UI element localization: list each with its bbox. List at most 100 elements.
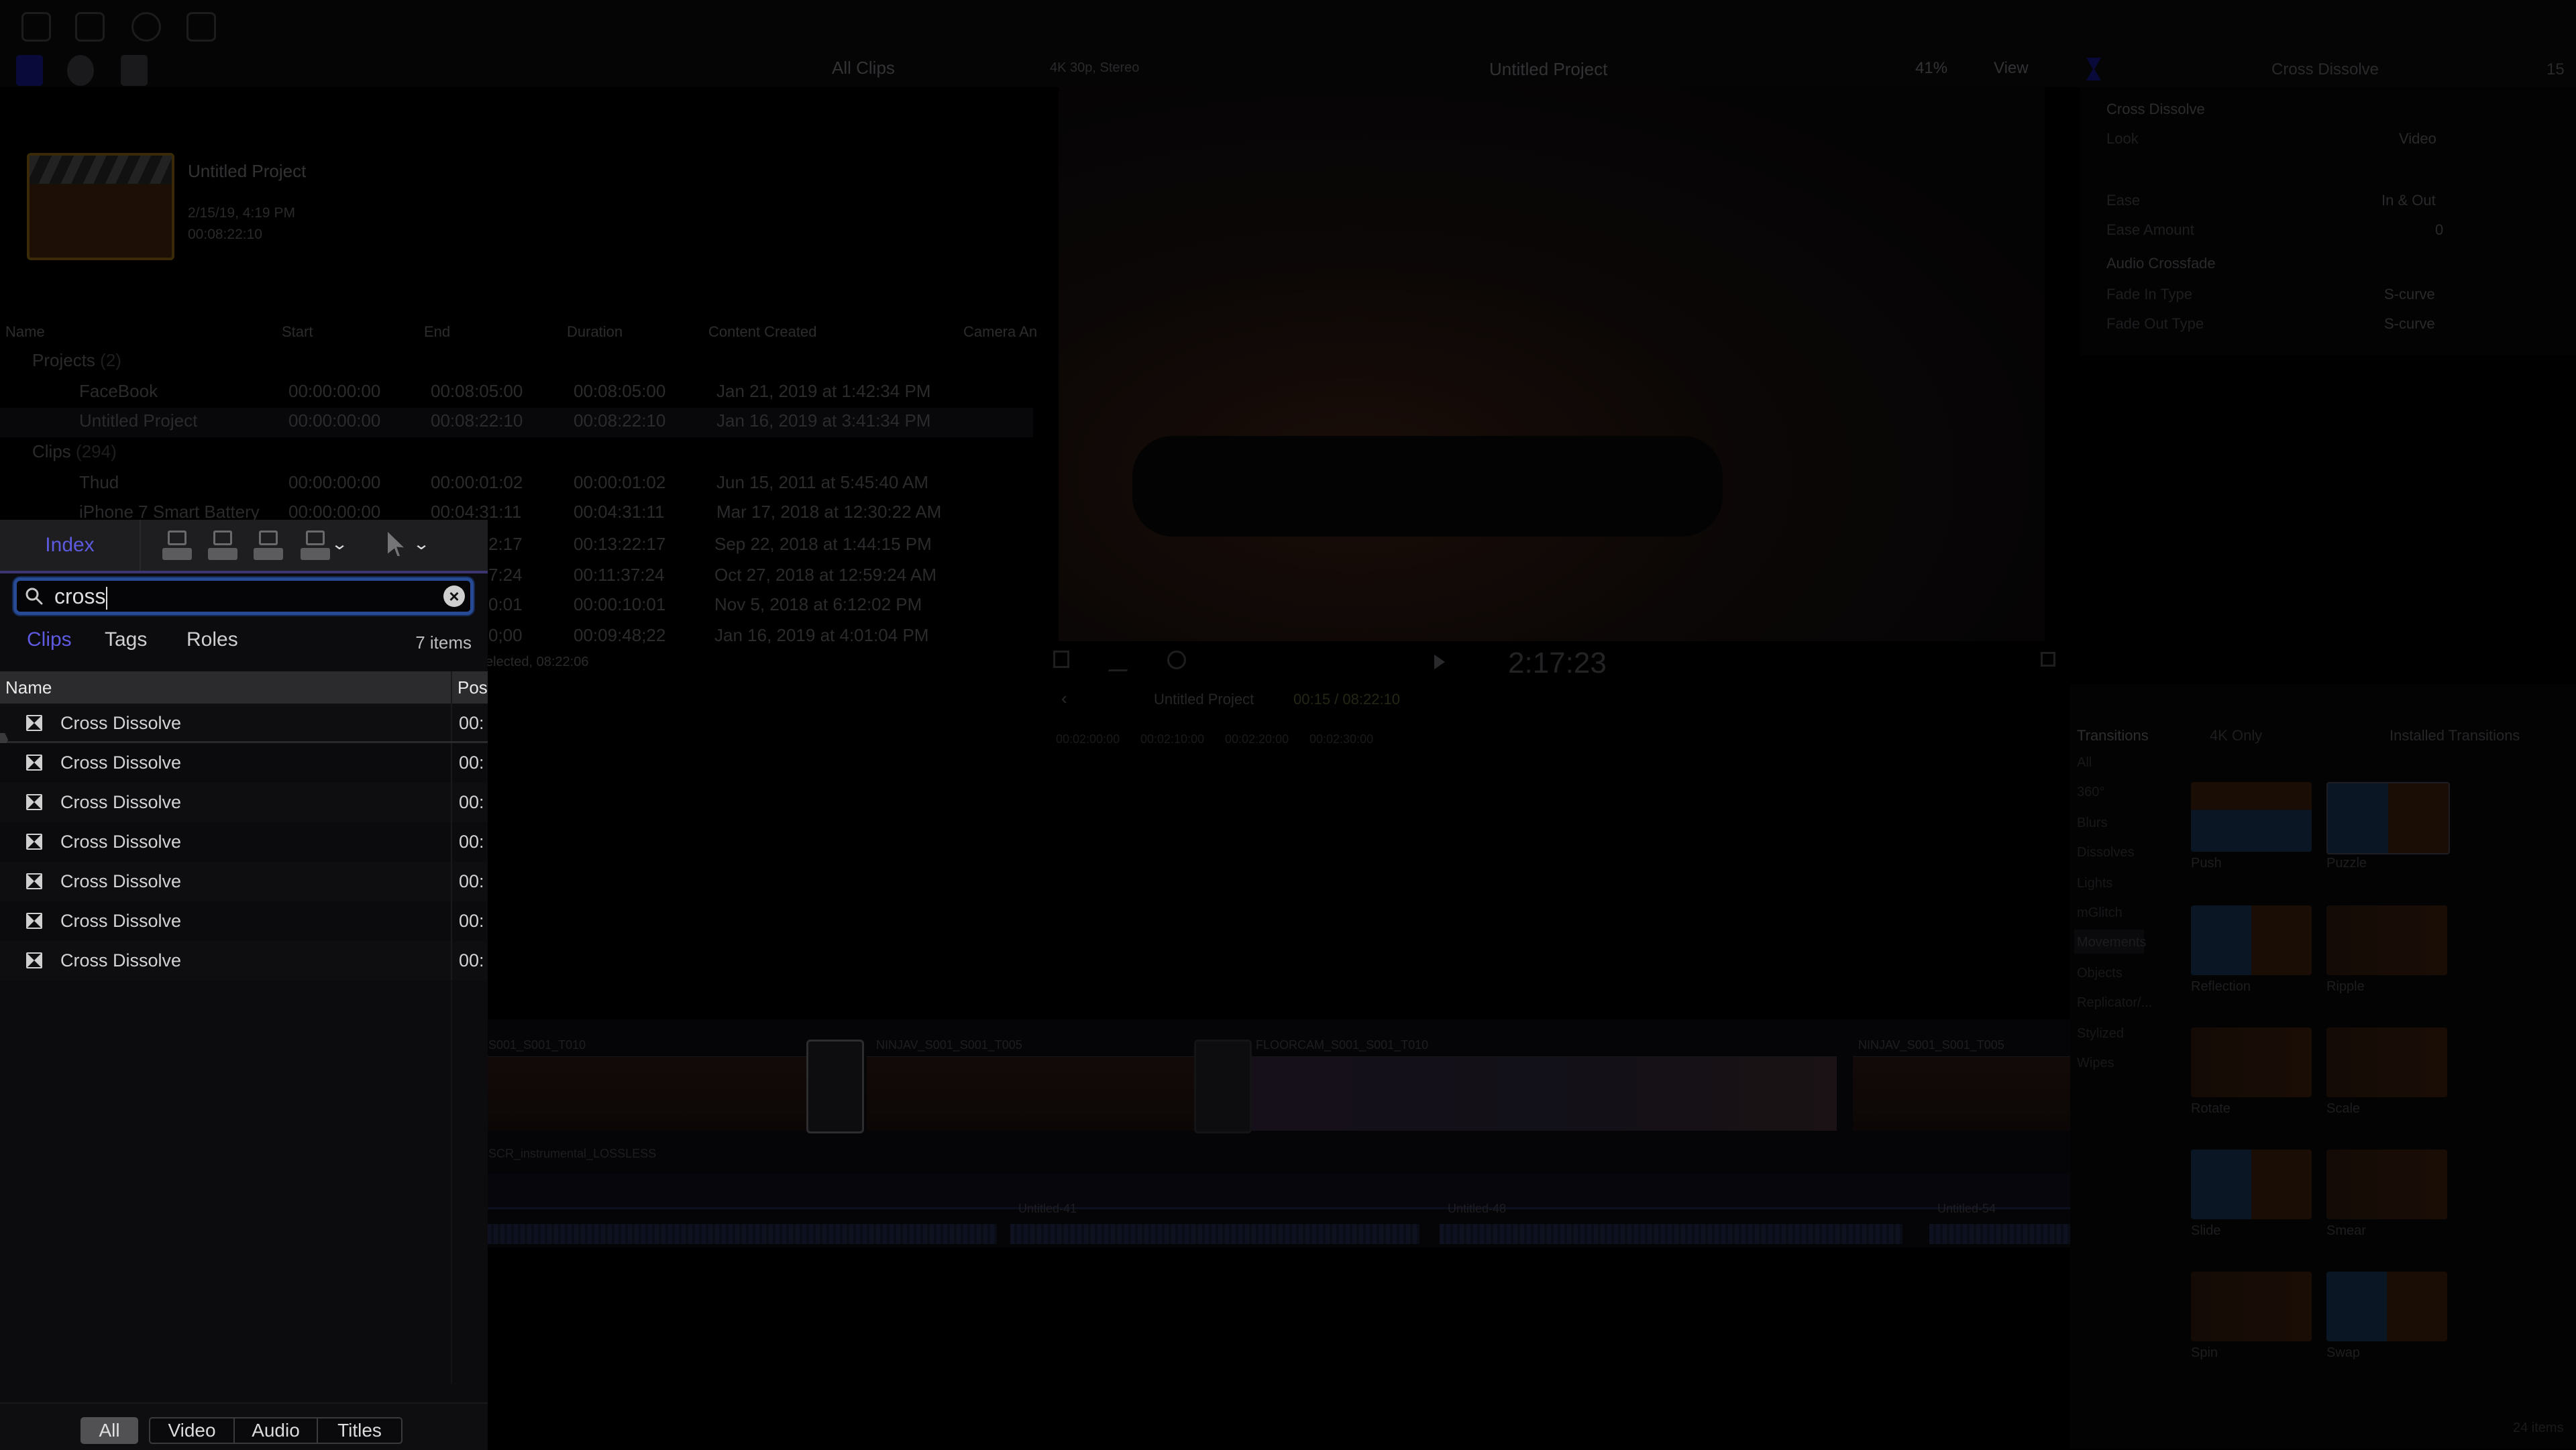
viewer-timecode: 2:17:23 bbox=[1508, 647, 1607, 679]
play-icon[interactable] bbox=[1434, 655, 1445, 669]
index-toolbar: Index ⌄ ⌄ bbox=[0, 520, 488, 573]
libraries-icon[interactable] bbox=[16, 55, 43, 86]
category-item-selected[interactable]: Movements bbox=[2077, 935, 2146, 950]
transition-thumb-push[interactable] bbox=[2191, 782, 2312, 852]
category-item[interactable]: Dissolves bbox=[2077, 845, 2135, 860]
connect-clip-icon[interactable] bbox=[160, 528, 203, 565]
group-projects[interactable]: Projects (2) bbox=[32, 350, 121, 371]
category-item[interactable]: All bbox=[2077, 755, 2092, 771]
group-clips[interactable]: Clips (294) bbox=[32, 441, 117, 462]
keyword-icon[interactable] bbox=[75, 12, 105, 42]
all-clips-filter[interactable]: All Clips bbox=[832, 58, 895, 78]
timeline-clip[interactable] bbox=[1252, 1056, 1837, 1131]
fade-in-type-popup[interactable]: S-curve bbox=[2384, 286, 2435, 303]
col-duration[interactable]: Duration bbox=[567, 323, 623, 341]
audio-clip-label: Untitled-48 bbox=[1448, 1202, 1507, 1215]
list-item[interactable]: Cross Dissolve 00: bbox=[0, 862, 488, 901]
audio-waveform bbox=[1929, 1224, 2070, 1244]
edit-options-chevron-icon[interactable]: ⌄ bbox=[331, 535, 348, 554]
column-divider bbox=[451, 981, 452, 1384]
col-header-position[interactable]: Pos bbox=[458, 677, 488, 698]
tool-chevron-icon[interactable]: ⌄ bbox=[413, 535, 430, 554]
col-name[interactable]: Name bbox=[5, 323, 45, 341]
filter-titles-button[interactable]: Titles bbox=[317, 1417, 402, 1444]
category-item[interactable]: Blurs bbox=[2077, 816, 2108, 831]
viewer[interactable] bbox=[1059, 87, 2045, 641]
transition-thumb-puzzle[interactable] bbox=[2326, 782, 2450, 854]
transition-thumb-reflection[interactable] bbox=[2191, 905, 2312, 975]
list-item[interactable]: Cross Dissolve 00: bbox=[0, 783, 488, 822]
category-item[interactable]: Replicator/... bbox=[2077, 995, 2152, 1011]
filter-all-button[interactable]: All bbox=[80, 1417, 138, 1444]
fade-out-type-popup[interactable]: S-curve bbox=[2384, 315, 2435, 333]
timeline-back-icon[interactable]: ‹ bbox=[1061, 688, 1067, 709]
titles-generators-icon[interactable] bbox=[121, 55, 148, 86]
category-item[interactable]: 360° bbox=[2077, 785, 2104, 800]
list-item[interactable]: Cross Dissolve 00: bbox=[0, 743, 488, 783]
index-rows: Cross Dissolve 00: Cross Dissolve 00: Cr… bbox=[0, 704, 488, 981]
col-end[interactable]: End bbox=[424, 323, 450, 341]
selection-status: elected, 08:22:06 bbox=[486, 655, 589, 669]
background-tasks-icon[interactable] bbox=[131, 12, 161, 42]
transition-icon bbox=[26, 952, 42, 968]
category-item[interactable]: mGlitch bbox=[2077, 905, 2123, 921]
timeline-clip[interactable] bbox=[487, 1056, 806, 1131]
category-item[interactable]: Wipes bbox=[2077, 1056, 2114, 1071]
look-popup[interactable]: Video bbox=[2399, 130, 2436, 148]
transition-thumb-smear[interactable] bbox=[2326, 1150, 2447, 1219]
transition-thumb-ripple[interactable] bbox=[2326, 905, 2447, 975]
transition-selected[interactable] bbox=[806, 1040, 864, 1133]
list-item[interactable]: Cross Dissolve 00: bbox=[0, 822, 488, 862]
zoom-level[interactable]: 41% bbox=[1915, 59, 1947, 78]
list-item[interactable]: Cross Dissolve 00: bbox=[0, 704, 488, 746]
filter-video-button[interactable]: Video bbox=[149, 1417, 235, 1444]
col-camera-angle[interactable]: Camera An bbox=[963, 323, 1037, 341]
col-start[interactable]: Start bbox=[282, 323, 313, 341]
import-icon[interactable] bbox=[21, 12, 51, 42]
col-header-name[interactable]: Name bbox=[5, 677, 52, 698]
ease-popup[interactable]: In & Out bbox=[2381, 192, 2436, 209]
4k-only-toggle[interactable]: 4K Only bbox=[2210, 727, 2262, 744]
transition-thumb-scale[interactable] bbox=[2326, 1027, 2447, 1097]
transition-thumb-rotate[interactable] bbox=[2191, 1027, 2312, 1097]
list-item[interactable]: Cross Dissolve 00: bbox=[0, 901, 488, 941]
transition[interactable] bbox=[1194, 1040, 1252, 1133]
sync-icon[interactable] bbox=[186, 12, 216, 42]
ease-amount-value[interactable]: 0 bbox=[2435, 221, 2443, 239]
insert-clip-icon[interactable] bbox=[205, 528, 248, 565]
speed-icon[interactable] bbox=[1167, 651, 1186, 669]
list-item[interactable]: Cross Dissolve 00: bbox=[0, 941, 488, 981]
transition-thumb-swap[interactable] bbox=[2326, 1272, 2447, 1341]
tab-clips[interactable]: Clips bbox=[27, 628, 72, 651]
music-track[interactable] bbox=[487, 1174, 2070, 1209]
tab-roles[interactable]: Roles bbox=[186, 628, 238, 651]
view-menu[interactable]: View bbox=[1994, 59, 2029, 78]
category-item[interactable]: Stylized bbox=[2077, 1026, 2124, 1042]
search-input[interactable]: cross bbox=[54, 584, 108, 610]
select-tool-icon[interactable] bbox=[388, 532, 404, 556]
transform-icon[interactable] bbox=[1108, 652, 1138, 671]
tab-tags[interactable]: Tags bbox=[105, 628, 147, 651]
format-info: 4K 30p, Stereo bbox=[1050, 60, 1140, 75]
index-search-field[interactable]: cross × bbox=[13, 577, 474, 615]
crop-icon[interactable] bbox=[1053, 651, 1069, 668]
append-clip-icon[interactable] bbox=[251, 528, 294, 565]
filter-audio-button[interactable]: Audio bbox=[233, 1417, 318, 1444]
item-count: 7 items bbox=[415, 632, 472, 653]
col-content-created[interactable]: Content Created bbox=[708, 323, 816, 341]
timeline-project-label: Untitled Project bbox=[1154, 691, 1254, 708]
fullscreen-icon[interactable] bbox=[2041, 652, 2055, 667]
project-thumbnail[interactable] bbox=[27, 153, 174, 260]
transition-thumb-slide[interactable] bbox=[2191, 1150, 2312, 1219]
transition-thumb-spin[interactable] bbox=[2191, 1272, 2312, 1341]
photos-audio-icon[interactable] bbox=[67, 55, 94, 86]
timeline-clip[interactable] bbox=[867, 1056, 1195, 1131]
timeline[interactable]: S001_S001_T010 NINJAV_S001_S001_T005 FLO… bbox=[487, 1019, 2070, 1247]
installed-transitions-popup[interactable]: Installed Transitions bbox=[2390, 727, 2520, 744]
index-button[interactable]: Index bbox=[0, 520, 141, 571]
category-item[interactable]: Lights bbox=[2077, 876, 2112, 891]
clear-search-icon[interactable]: × bbox=[443, 585, 465, 607]
timeline-clip[interactable] bbox=[1853, 1056, 2070, 1131]
category-item[interactable]: Objects bbox=[2077, 966, 2123, 981]
project-card-title: Untitled Project bbox=[188, 161, 307, 181]
